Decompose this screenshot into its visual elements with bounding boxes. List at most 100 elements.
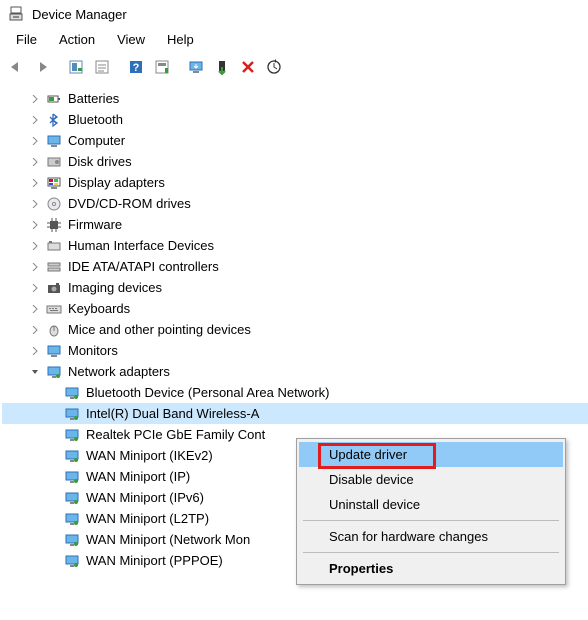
network-adapter-icon <box>64 448 80 464</box>
uninstall-device-button[interactable] <box>236 55 260 79</box>
menu-view[interactable]: View <box>107 30 155 49</box>
chevron-right-icon[interactable] <box>28 92 42 106</box>
tree-label: Bluetooth <box>66 112 125 127</box>
network-adapter-icon <box>64 406 80 422</box>
context-menu-divider <box>303 520 559 521</box>
tree-label: Human Interface Devices <box>66 238 216 253</box>
scan-hardware-button[interactable] <box>262 55 286 79</box>
tree-category-firmware[interactable]: Firmware <box>2 214 588 235</box>
tree-category-dvd[interactable]: DVD/CD-ROM drives <box>2 193 588 214</box>
chevron-down-icon[interactable] <box>28 365 42 379</box>
tree-label: WAN Miniport (Network Mon <box>84 532 252 547</box>
tree-label: WAN Miniport (IKEv2) <box>84 448 215 463</box>
network-adapter-icon <box>64 490 80 506</box>
network-adapter-icon <box>64 469 80 485</box>
chevron-right-icon[interactable] <box>28 344 42 358</box>
imaging-icon <box>46 280 62 296</box>
context-menu-scan-hardware[interactable]: Scan for hardware changes <box>299 524 563 549</box>
back-button[interactable] <box>4 55 28 79</box>
tree-category-disk-drives[interactable]: Disk drives <box>2 151 588 172</box>
tree-category-computer[interactable]: Computer <box>2 130 588 151</box>
context-menu-disable-device[interactable]: Disable device <box>299 467 563 492</box>
chevron-right-icon[interactable] <box>28 176 42 190</box>
tree-label: Monitors <box>66 343 120 358</box>
display-icon <box>46 175 62 191</box>
tree-label: Firmware <box>66 217 124 232</box>
network-adapter-icon <box>64 553 80 569</box>
context-menu-uninstall-device[interactable]: Uninstall device <box>299 492 563 517</box>
menubar: File Action View Help <box>0 28 588 53</box>
battery-icon <box>46 91 62 107</box>
hid-icon <box>46 238 62 254</box>
tree-category-ide[interactable]: IDE ATA/ATAPI controllers <box>2 256 588 277</box>
tree-label: WAN Miniport (IP) <box>84 469 192 484</box>
forward-button[interactable] <box>30 55 54 79</box>
menu-help[interactable]: Help <box>157 30 204 49</box>
chevron-right-icon[interactable] <box>28 281 42 295</box>
tree-label: Batteries <box>66 91 121 106</box>
network-adapter-icon <box>64 385 80 401</box>
window-title: Device Manager <box>32 7 127 22</box>
context-menu: Update driver Disable device Uninstall d… <box>296 438 566 585</box>
tree-category-monitors[interactable]: Monitors <box>2 340 588 361</box>
tree-label: Realtek PCIe GbE Family Cont <box>84 427 267 442</box>
mouse-icon <box>46 322 62 338</box>
tree-label: Intel(R) Dual Band Wireless-A <box>84 406 261 421</box>
titlebar: Device Manager <box>0 0 588 28</box>
tree-label: Keyboards <box>66 301 132 316</box>
tree-label: Network adapters <box>66 364 172 379</box>
tree-label: Disk drives <box>66 154 134 169</box>
tree-label: Computer <box>66 133 127 148</box>
chevron-right-icon[interactable] <box>28 239 42 253</box>
keyboard-icon <box>46 301 62 317</box>
chevron-right-icon[interactable] <box>28 113 42 127</box>
disk-icon <box>46 154 62 170</box>
tree-label: WAN Miniport (L2TP) <box>84 511 211 526</box>
tree-label: Display adapters <box>66 175 167 190</box>
tree-category-hid[interactable]: Human Interface Devices <box>2 235 588 256</box>
tree-category-display-adapters[interactable]: Display adapters <box>2 172 588 193</box>
context-menu-update-driver[interactable]: Update driver <box>299 442 563 467</box>
network-adapter-icon <box>64 427 80 443</box>
update-driver-button[interactable] <box>184 55 208 79</box>
network-icon <box>46 364 62 380</box>
show-hide-tree-button[interactable] <box>64 55 88 79</box>
help-button[interactable]: ? <box>124 55 148 79</box>
tree-category-imaging[interactable]: Imaging devices <box>2 277 588 298</box>
menu-action[interactable]: Action <box>49 30 105 49</box>
chevron-right-icon[interactable] <box>28 155 42 169</box>
enable-device-button[interactable] <box>210 55 234 79</box>
tree-label: WAN Miniport (IPv6) <box>84 490 206 505</box>
tree-label: Bluetooth Device (Personal Area Network) <box>84 385 332 400</box>
chevron-right-icon[interactable] <box>28 134 42 148</box>
svg-text:?: ? <box>133 62 140 74</box>
tree-label: DVD/CD-ROM drives <box>66 196 193 211</box>
network-adapter-icon <box>64 511 80 527</box>
tree-label: WAN Miniport (PPPOE) <box>84 553 225 568</box>
properties-button[interactable] <box>90 55 114 79</box>
bluetooth-icon <box>46 112 62 128</box>
tree-item-bluetooth-device[interactable]: Bluetooth Device (Personal Area Network) <box>2 382 588 403</box>
tree-category-keyboards[interactable]: Keyboards <box>2 298 588 319</box>
firmware-icon <box>46 217 62 233</box>
tree-category-mice[interactable]: Mice and other pointing devices <box>2 319 588 340</box>
tree-label: Imaging devices <box>66 280 164 295</box>
menu-file[interactable]: File <box>6 30 47 49</box>
tree-item-intel-wireless[interactable]: Intel(R) Dual Band Wireless-A <box>2 403 588 424</box>
tree-category-network-adapters[interactable]: Network adapters <box>2 361 588 382</box>
monitor-icon <box>46 343 62 359</box>
context-menu-divider <box>303 552 559 553</box>
context-menu-properties[interactable]: Properties <box>299 556 563 581</box>
ide-icon <box>46 259 62 275</box>
tree-label: Mice and other pointing devices <box>66 322 253 337</box>
tree-category-bluetooth[interactable]: Bluetooth <box>2 109 588 130</box>
action-button[interactable] <box>150 55 174 79</box>
chevron-right-icon[interactable] <box>28 323 42 337</box>
chevron-right-icon[interactable] <box>28 197 42 211</box>
chevron-right-icon[interactable] <box>28 260 42 274</box>
tree-category-batteries[interactable]: Batteries <box>2 88 588 109</box>
chevron-right-icon[interactable] <box>28 302 42 316</box>
chevron-right-icon[interactable] <box>28 218 42 232</box>
dvd-icon <box>46 196 62 212</box>
tree-label: IDE ATA/ATAPI controllers <box>66 259 221 274</box>
